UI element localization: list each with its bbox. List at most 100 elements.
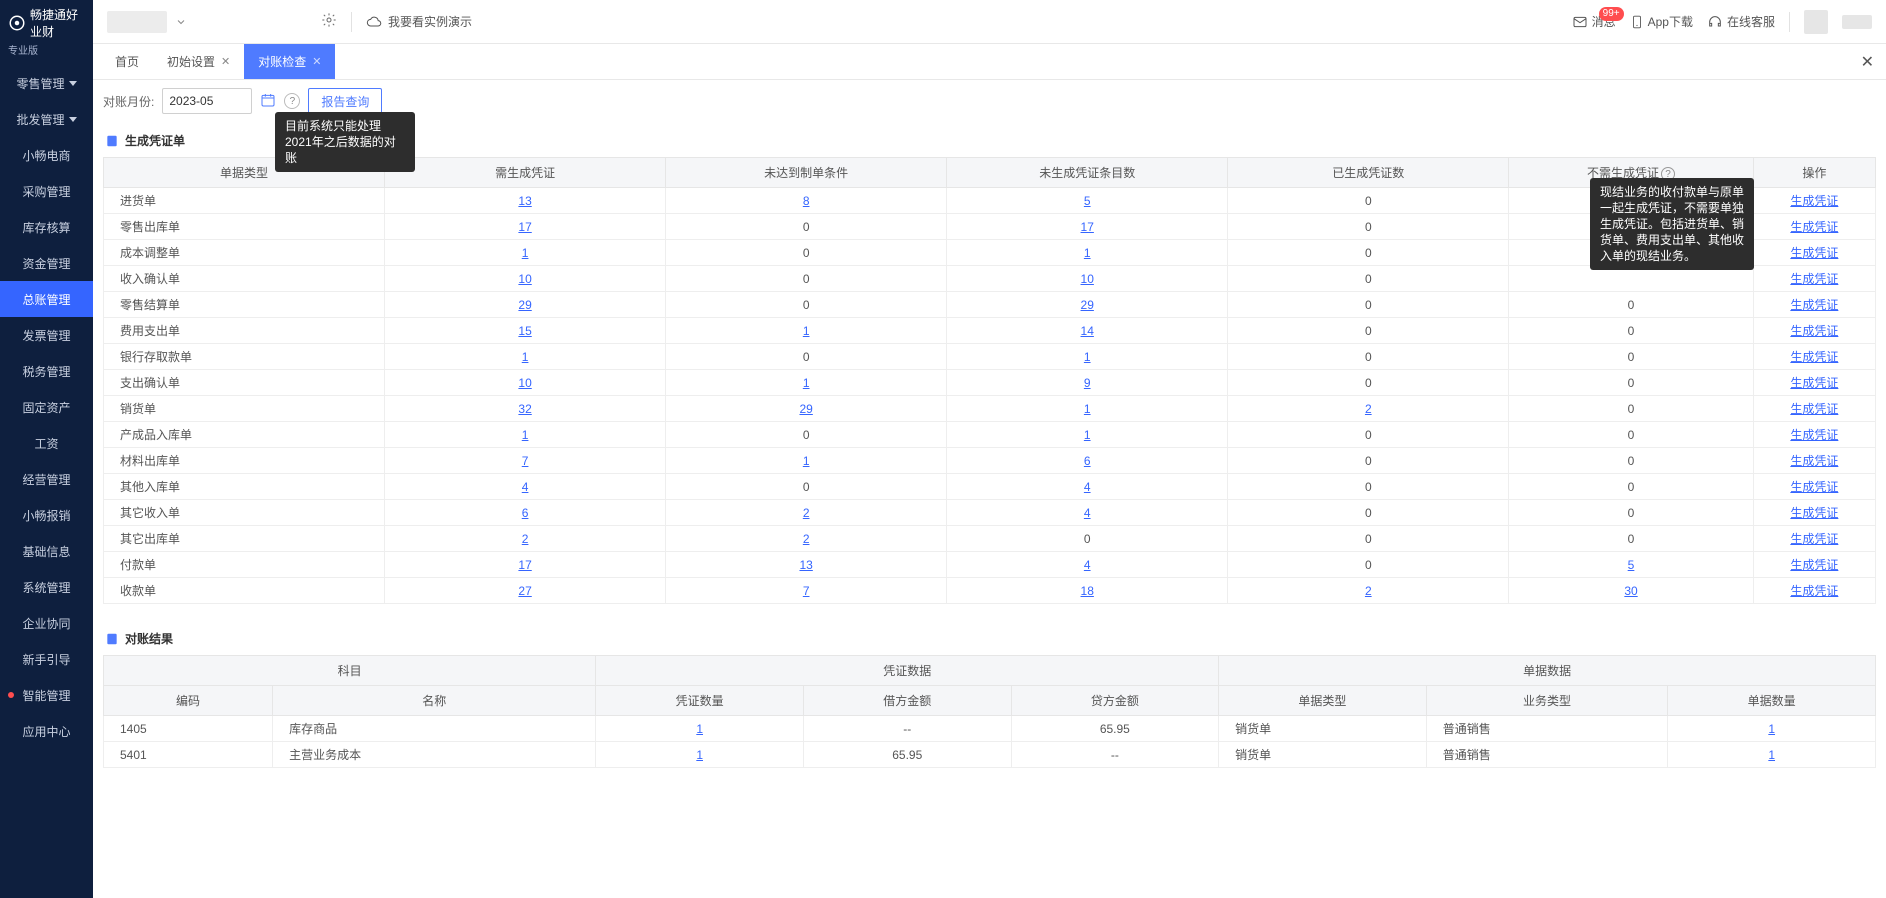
sidebar-item-13[interactable]: 基础信息 [0,533,93,569]
cell-link[interactable]: 8 [803,194,810,208]
generate-voucher-link[interactable]: 生成凭证 [1790,558,1838,572]
close-icon[interactable]: ✕ [312,55,321,68]
demo-link[interactable]: 我要看实例演示 [366,13,472,30]
generate-voucher-link[interactable]: 生成凭证 [1790,194,1838,208]
generate-voucher-link[interactable]: 生成凭证 [1790,350,1838,364]
cell-link[interactable]: 1 [522,350,529,364]
cell-link[interactable]: 1 [1768,748,1775,762]
cell-link[interactable]: 5 [1628,558,1635,572]
cell-link[interactable]: 7 [803,584,810,598]
cell-link[interactable]: 5 [1084,194,1091,208]
cell-link[interactable]: 29 [518,298,531,312]
cell-link[interactable]: 6 [1084,454,1091,468]
cell-link[interactable]: 13 [518,194,531,208]
sidebar-item-9[interactable]: 固定资产 [0,389,93,425]
generate-voucher-link[interactable]: 生成凭证 [1790,454,1838,468]
generate-voucher-link[interactable]: 生成凭证 [1790,272,1838,286]
generate-voucher-link[interactable]: 生成凭证 [1790,220,1838,234]
generate-voucher-link[interactable]: 生成凭证 [1790,480,1838,494]
sidebar-item-4[interactable]: 库存核算 [0,209,93,245]
gear-icon[interactable] [321,12,337,31]
sidebar-item-6[interactable]: 总账管理 [0,281,93,317]
sidebar-item-14[interactable]: 系统管理 [0,569,93,605]
app-download-button[interactable]: App下载 [1630,13,1693,30]
cell-link[interactable]: 4 [1084,558,1091,572]
cell-link[interactable]: 4 [522,480,529,494]
cell-link[interactable]: 1 [803,324,810,338]
cell-link[interactable]: 17 [518,220,531,234]
generate-voucher-link[interactable]: 生成凭证 [1790,402,1838,416]
cell-link[interactable]: 1 [696,748,703,762]
report-query-button[interactable]: 报告查询 [308,88,382,114]
cell-link[interactable]: 2 [803,506,810,520]
cell-link[interactable]: 1 [803,454,810,468]
cell-link[interactable]: 29 [799,402,812,416]
cell-link[interactable]: 9 [1084,376,1091,390]
cell-link[interactable]: 14 [1081,324,1094,338]
tab-0[interactable]: 首页 [101,44,153,79]
cell-link[interactable]: 2 [803,532,810,546]
cell-link[interactable]: 4 [1084,480,1091,494]
sidebar-item-18[interactable]: 应用中心 [0,713,93,749]
generate-voucher-link[interactable]: 生成凭证 [1790,532,1838,546]
cell-link[interactable]: 1 [803,376,810,390]
avatar[interactable] [1804,10,1828,34]
cell-link[interactable]: 1 [522,246,529,260]
sidebar-item-15[interactable]: 企业协同 [0,605,93,641]
tab-2[interactable]: 对账检查✕ [244,44,335,79]
cell-link[interactable]: 13 [799,558,812,572]
sidebar-item-5[interactable]: 资金管理 [0,245,93,281]
cell-link[interactable]: 1 [1768,722,1775,736]
customer-service-button[interactable]: 在线客服 [1707,13,1775,30]
sidebar-item-12[interactable]: 小畅报销 [0,497,93,533]
cell-link[interactable]: 29 [1081,298,1094,312]
generate-voucher-link[interactable]: 生成凭证 [1790,298,1838,312]
cell-link[interactable]: 32 [518,402,531,416]
cell-link[interactable]: 10 [518,272,531,286]
cell-link[interactable]: 27 [518,584,531,598]
sidebar-item-0[interactable]: 零售管理 [0,65,93,101]
sidebar-item-10[interactable]: 工资 [0,425,93,461]
cell-link[interactable]: 10 [518,376,531,390]
cell-link[interactable]: 17 [518,558,531,572]
cell-link[interactable]: 7 [522,454,529,468]
cell-link[interactable]: 10 [1081,272,1094,286]
cell-link[interactable]: 1 [522,428,529,442]
cell-link[interactable]: 1 [1084,246,1091,260]
sidebar-item-16[interactable]: 新手引导 [0,641,93,677]
month-input[interactable]: 2023-05 [162,88,252,114]
cell-link[interactable]: 30 [1624,584,1637,598]
cell-link[interactable]: 15 [518,324,531,338]
generate-voucher-link[interactable]: 生成凭证 [1790,376,1838,390]
generate-voucher-link[interactable]: 生成凭证 [1790,428,1838,442]
cell-link[interactable]: 2 [1365,584,1372,598]
cell-link[interactable]: 1 [1084,402,1091,416]
sidebar-item-17[interactable]: 智能管理 [0,677,93,713]
org-selector[interactable] [107,11,307,33]
sidebar-item-3[interactable]: 采购管理 [0,173,93,209]
generate-voucher-link[interactable]: 生成凭证 [1790,246,1838,260]
sidebar-item-8[interactable]: 税务管理 [0,353,93,389]
cell-link[interactable]: 2 [1365,402,1372,416]
calendar-icon[interactable] [260,92,276,111]
cell-link[interactable]: 1 [1084,428,1091,442]
cell-link[interactable]: 1 [1084,350,1091,364]
cell-link[interactable]: 17 [1081,220,1094,234]
generate-voucher-link[interactable]: 生成凭证 [1790,584,1838,598]
sidebar-item-1[interactable]: 批发管理 [0,101,93,137]
messages-button[interactable]: 消息 99+ [1572,13,1616,30]
cell-link[interactable]: 6 [522,506,529,520]
close-all-tabs[interactable]: ✕ [1855,44,1880,79]
close-icon[interactable]: ✕ [221,55,230,68]
cell-link[interactable]: 4 [1084,506,1091,520]
help-icon[interactable]: ? [284,93,300,109]
sidebar-item-2[interactable]: 小畅电商 [0,137,93,173]
sidebar-item-7[interactable]: 发票管理 [0,317,93,353]
sidebar-item-11[interactable]: 经营管理 [0,461,93,497]
generate-voucher-link[interactable]: 生成凭证 [1790,506,1838,520]
cell-link[interactable]: 18 [1081,584,1094,598]
cell-link[interactable]: 2 [522,532,529,546]
generate-voucher-link[interactable]: 生成凭证 [1790,324,1838,338]
cell-link[interactable]: 1 [696,722,703,736]
tab-1[interactable]: 初始设置✕ [153,44,244,79]
